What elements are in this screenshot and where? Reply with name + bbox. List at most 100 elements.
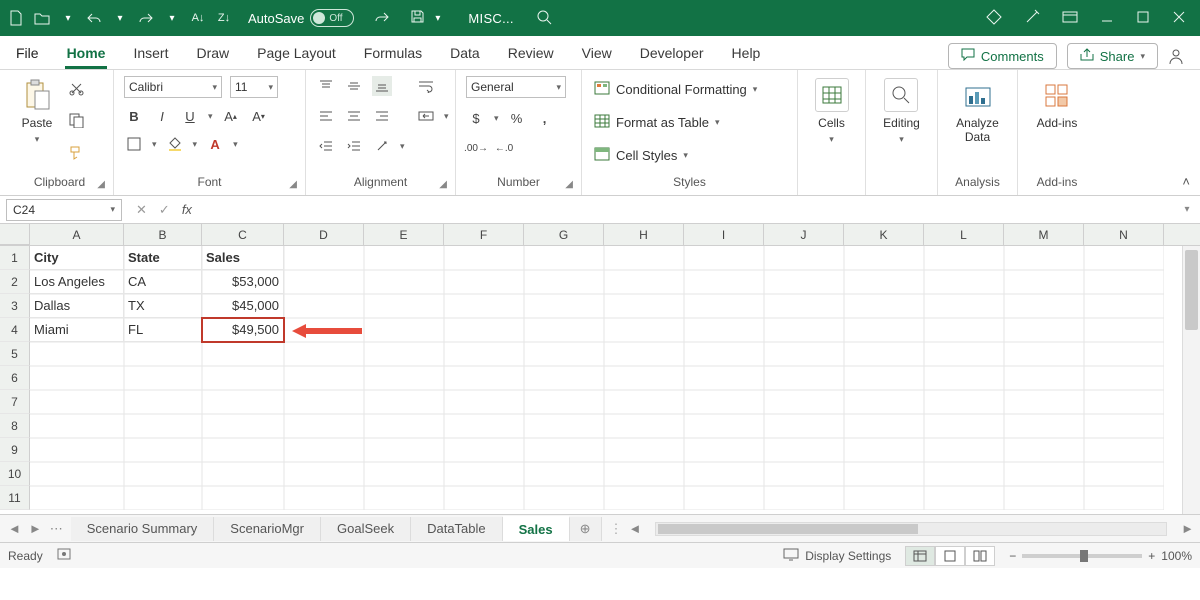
- font-color-icon[interactable]: A: [205, 134, 225, 154]
- cancel-formula-icon[interactable]: ✕: [136, 202, 147, 218]
- minimize-icon[interactable]: [1100, 10, 1114, 27]
- redo-2-icon[interactable]: [374, 10, 390, 27]
- ribbon-mode-icon[interactable]: [1062, 10, 1078, 27]
- row-header[interactable]: 5: [0, 342, 30, 366]
- col-header[interactable]: K: [844, 224, 924, 245]
- format-painter-icon[interactable]: [66, 142, 86, 162]
- new-file-icon[interactable]: [8, 10, 24, 26]
- sheet-tab-active[interactable]: Sales: [503, 516, 570, 541]
- comma-icon[interactable]: ,: [535, 108, 555, 128]
- cell[interactable]: $45,000: [202, 294, 284, 318]
- hscroll-left-icon[interactable]: ◄: [629, 521, 642, 536]
- cell[interactable]: CA: [124, 270, 202, 294]
- name-box[interactable]: C24▾: [6, 199, 122, 221]
- conditional-formatting-button[interactable]: Conditional Formatting▾: [592, 78, 759, 101]
- horizontal-scrollbar[interactable]: [655, 522, 1167, 536]
- display-settings-button[interactable]: Display Settings: [783, 548, 891, 564]
- grow-font-icon[interactable]: A▴: [221, 106, 241, 126]
- shrink-font-icon[interactable]: A▾: [249, 106, 269, 126]
- paste-button[interactable]: Paste ▾: [16, 76, 58, 147]
- cell-styles-button[interactable]: Cell Styles▾: [592, 144, 759, 167]
- tab-view[interactable]: View: [580, 39, 614, 69]
- sheet-nav-next-icon[interactable]: ►: [29, 521, 42, 537]
- cell[interactable]: Dallas: [30, 294, 124, 318]
- row-header[interactable]: 4: [0, 318, 30, 342]
- percent-icon[interactable]: %: [507, 108, 527, 128]
- collapse-ribbon-icon[interactable]: ˄: [1182, 174, 1190, 189]
- chevron-down-icon[interactable]: ▾: [152, 139, 157, 150]
- col-header[interactable]: H: [604, 224, 684, 245]
- cell[interactable]: $53,000: [202, 270, 284, 294]
- row-header[interactable]: 10: [0, 462, 30, 486]
- zoom-out-icon[interactable]: −: [1009, 549, 1016, 563]
- scrollbar-thumb[interactable]: [1185, 250, 1198, 330]
- tab-page-layout[interactable]: Page Layout: [255, 39, 338, 69]
- wrap-text-icon[interactable]: [416, 76, 436, 96]
- autosave-toggle[interactable]: Off: [310, 9, 354, 27]
- border-icon[interactable]: [124, 134, 144, 154]
- addins-button[interactable]: Add-ins: [1033, 76, 1082, 132]
- number-format-select[interactable]: General▾: [466, 76, 566, 98]
- align-bottom-icon[interactable]: [372, 76, 392, 96]
- comments-button[interactable]: Comments: [948, 43, 1057, 69]
- row-header[interactable]: 1: [0, 246, 30, 270]
- tab-review[interactable]: Review: [506, 39, 556, 69]
- orientation-icon[interactable]: [372, 136, 392, 156]
- analyze-data-button[interactable]: Analyze Data: [948, 76, 1007, 146]
- align-middle-icon[interactable]: [344, 76, 364, 96]
- align-left-icon[interactable]: [316, 106, 336, 126]
- chevron-down-icon[interactable]: ▾: [208, 111, 213, 122]
- align-right-icon[interactable]: [372, 106, 392, 126]
- tab-formulas[interactable]: Formulas: [362, 39, 424, 69]
- copy-icon[interactable]: [66, 110, 86, 130]
- sheet-tab[interactable]: DataTable: [411, 517, 503, 541]
- dialog-launcher-icon[interactable]: ◢: [97, 179, 105, 190]
- cut-icon[interactable]: [66, 78, 86, 98]
- sheet-tab[interactable]: Scenario Summary: [71, 517, 215, 541]
- account-icon[interactable]: [1168, 47, 1186, 65]
- autosave-control[interactable]: AutoSave Off: [248, 9, 354, 27]
- chevron-down-icon[interactable]: ▾: [193, 139, 198, 150]
- merge-icon[interactable]: [416, 106, 436, 126]
- expand-formula-bar-icon[interactable]: ▾: [1178, 204, 1196, 215]
- row-header[interactable]: 2: [0, 270, 30, 294]
- hscroll-right-icon[interactable]: ►: [1181, 521, 1194, 536]
- fill-color-icon[interactable]: [165, 134, 185, 154]
- worksheet-grid[interactable]: A B C D E F G H I J K L M N 1 2 3 4 5 6 …: [0, 224, 1200, 514]
- cell[interactable]: FL: [124, 318, 202, 342]
- col-header[interactable]: J: [764, 224, 844, 245]
- cell[interactable]: Miami: [30, 318, 124, 342]
- macro-record-icon[interactable]: [57, 548, 71, 563]
- chevron-down-icon[interactable]: ▾: [494, 113, 499, 124]
- decrease-decimal-icon[interactable]: ←.0: [494, 138, 514, 158]
- font-size-select[interactable]: 11▾: [230, 76, 278, 98]
- share-button[interactable]: Share ▾: [1067, 43, 1158, 69]
- increase-decimal-icon[interactable]: .00→: [466, 138, 486, 158]
- zoom-control[interactable]: − + 100%: [1009, 549, 1192, 563]
- col-header[interactable]: C: [202, 224, 284, 245]
- cell[interactable]: Los Angeles: [30, 270, 124, 294]
- sort-desc-icon[interactable]: Z↓: [216, 10, 232, 26]
- dialog-launcher-icon[interactable]: ◢: [289, 179, 297, 190]
- zoom-knob[interactable]: [1080, 550, 1088, 562]
- cell[interactable]: City: [30, 246, 124, 270]
- sheet-tab[interactable]: GoalSeek: [321, 517, 411, 541]
- redo-dropdown-icon[interactable]: ▾: [164, 10, 180, 26]
- dialog-launcher-icon[interactable]: ◢: [439, 179, 447, 190]
- open-file-icon[interactable]: [34, 10, 50, 26]
- chevron-down-icon[interactable]: ▾: [444, 111, 449, 122]
- align-top-icon[interactable]: [316, 76, 336, 96]
- vertical-scrollbar[interactable]: [1182, 246, 1200, 514]
- col-header[interactable]: I: [684, 224, 764, 245]
- row-header[interactable]: 11: [0, 486, 30, 510]
- align-center-icon[interactable]: [344, 106, 364, 126]
- save-dropdown-icon[interactable]: ▾: [435, 13, 440, 24]
- row-header[interactable]: 3: [0, 294, 30, 318]
- sheet-nav-more-icon[interactable]: ⋯: [50, 521, 63, 537]
- chevron-down-icon[interactable]: ▾: [233, 139, 238, 150]
- chevron-down-icon[interactable]: ▾: [400, 141, 405, 152]
- sort-asc-icon[interactable]: A↓: [190, 10, 206, 26]
- editing-button[interactable]: Editing ▾: [879, 76, 924, 147]
- row-header[interactable]: 8: [0, 414, 30, 438]
- sheet-nav-prev-icon[interactable]: ◄: [8, 521, 21, 537]
